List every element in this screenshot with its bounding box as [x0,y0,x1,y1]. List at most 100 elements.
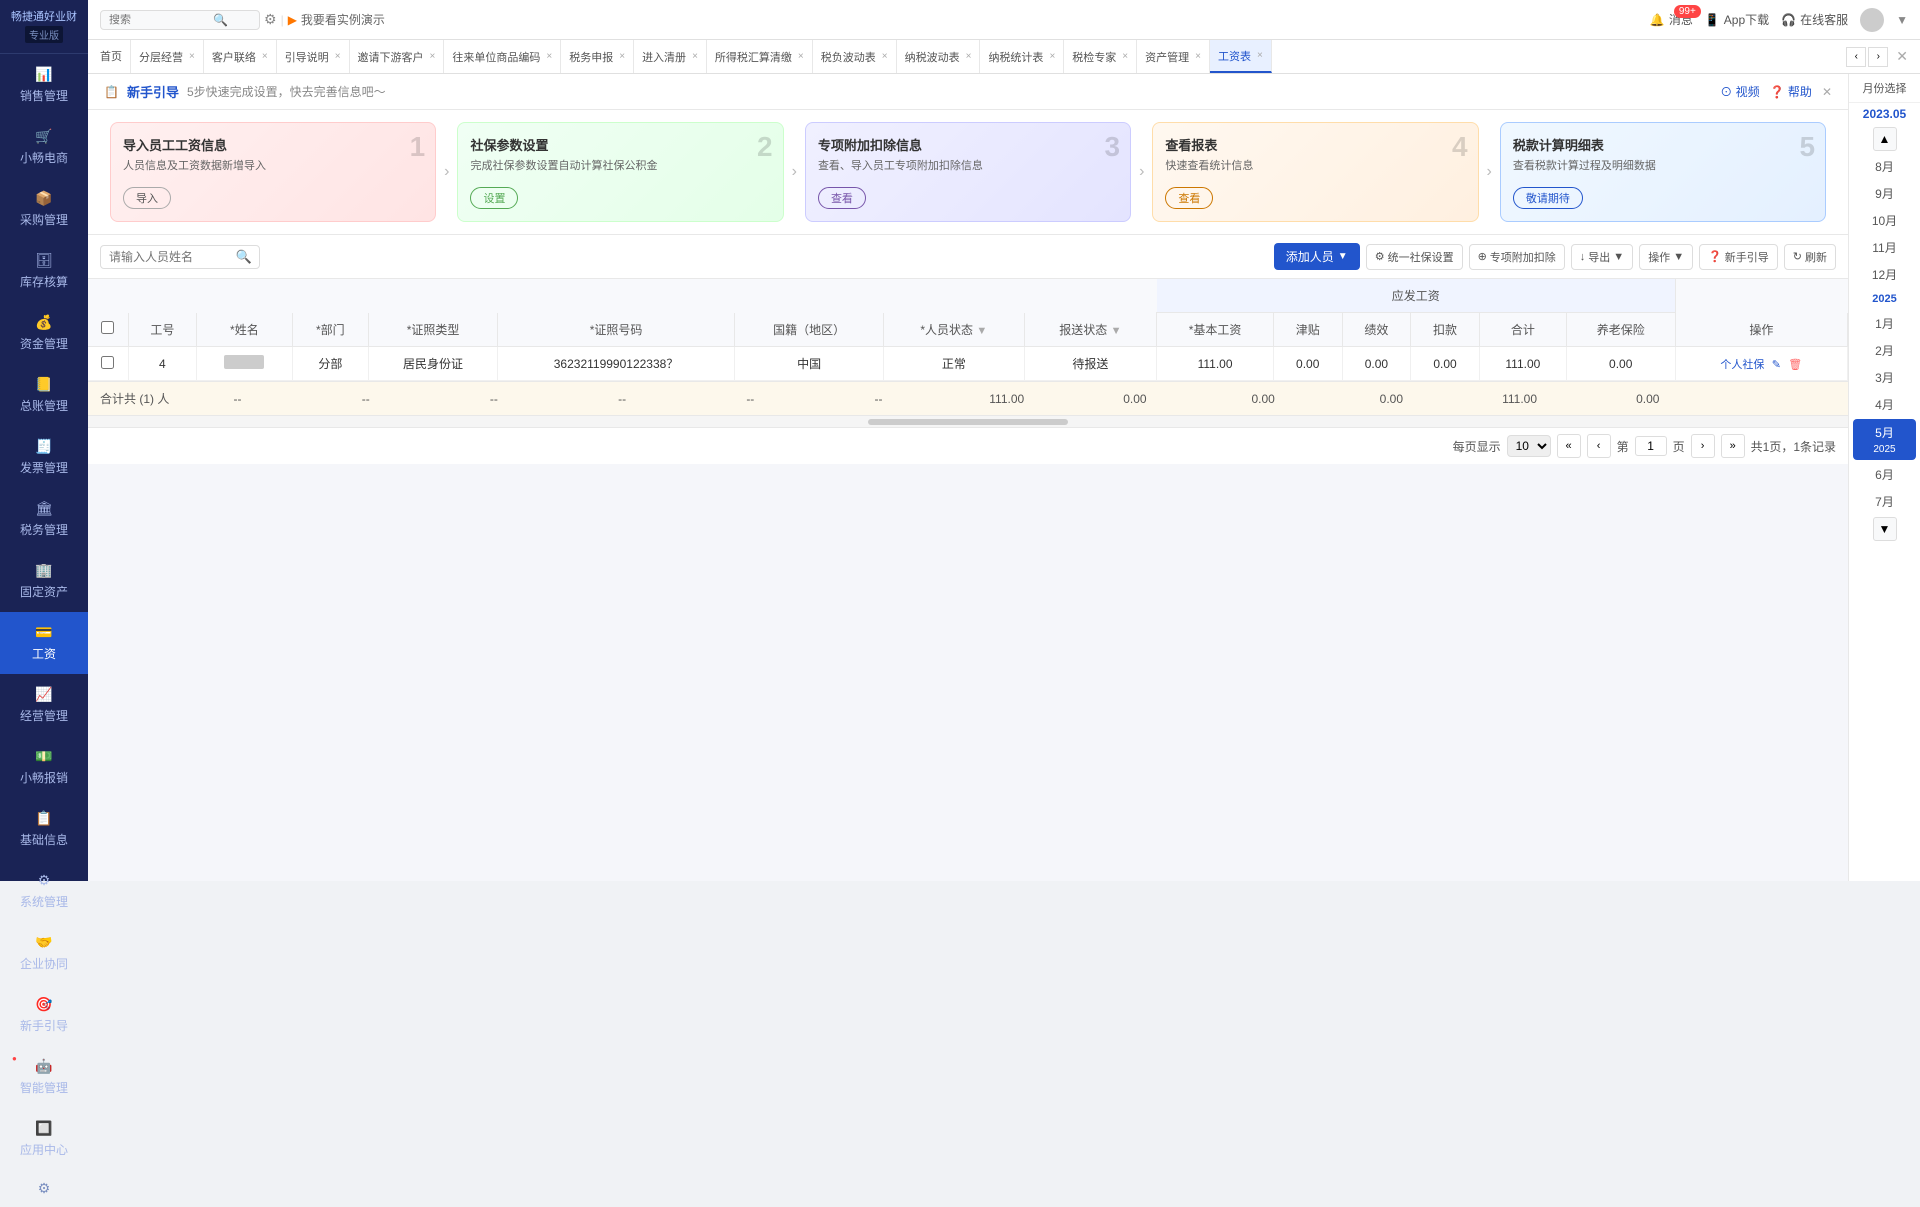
month-item-11月[interactable]: 11月 [1849,234,1920,261]
video-link[interactable]: ⊙ 视频 [1720,83,1759,100]
sidebar-item-发票管理[interactable]: 🧾发票管理 [0,426,88,488]
delete-button[interactable]: 🗑 [1788,359,1802,371]
month-item-9月[interactable]: 9月 [1849,180,1920,207]
online-service-button[interactable]: 🎧 在线客服 [1781,11,1848,28]
page-size-select[interactable]: 10 20 50 [1507,435,1551,457]
sidebar-item-采购管理[interactable]: 📦采购管理 [0,178,88,240]
sidebar-item-税务管理[interactable]: 🏛税务管理 [0,488,88,550]
tab-资产管理[interactable]: 资产管理× [1137,40,1210,73]
sidebar-item-新手引导[interactable]: 🎯新手引导 [0,984,88,1046]
actions-button[interactable]: 操作 ▼ [1639,244,1693,270]
tab-邀请下游客户[interactable]: 邀请下游客户× [350,40,445,73]
tab-prev-button[interactable]: ‹ [1846,47,1866,67]
sidebar-item-系统管理[interactable]: ⚙系统管理 [0,860,88,922]
last-page-button[interactable]: » [1721,434,1745,458]
month-item-2月[interactable]: 2月 [1849,337,1920,364]
message-button[interactable]: 🔔 消息 99+ [1650,11,1693,28]
user-menu-icon[interactable]: ▼ [1896,13,1908,27]
step-action-4[interactable]: 查看 [1165,187,1213,209]
send-status-filter-icon[interactable]: ▼ [1111,325,1122,337]
sidebar-item-库存核算[interactable]: 🗄库存核算 [0,240,88,302]
tab-客户联络[interactable]: 客户联络× [204,40,277,73]
tab-close-1[interactable]: × [262,51,268,62]
month-item-12月[interactable]: 12月 [1849,261,1920,288]
demo-link[interactable]: ▶ 我要看实例演示 [288,11,385,28]
tab-进入清册[interactable]: 进入清册× [634,40,707,73]
tab-纳税统计表[interactable]: 纳税统计表× [980,40,1064,73]
month-item-5月[interactable]: 5月 2025 [1853,419,1916,460]
month-item-7月[interactable]: 7月 [1849,488,1920,515]
sidebar-item-基础信息[interactable]: 📋基础信息 [0,798,88,860]
tab-close-4[interactable]: × [546,51,552,62]
next-page-button[interactable]: › [1691,434,1715,458]
month-item-2025[interactable]: 2025 [1849,288,1920,310]
tab-close-5[interactable]: × [619,51,625,62]
sidebar-item-小畅电商[interactable]: 🛒小畅电商 [0,116,88,178]
page-number-input[interactable] [1635,436,1667,456]
tab-close-8[interactable]: × [882,51,888,62]
tab-close-10[interactable]: × [1049,51,1055,62]
export-button[interactable]: ↓ 导出 ▼ [1571,244,1633,270]
tab-next-button[interactable]: › [1868,47,1888,67]
status-filter-icon[interactable]: ▼ [976,325,987,337]
tab-home[interactable]: 首页 [92,40,131,73]
tab-close-7[interactable]: × [798,51,804,62]
edit-button[interactable]: ✎ [1772,359,1781,371]
tab-close-6[interactable]: × [692,51,698,62]
sidebar-item-企业协同[interactable]: 🤝企业协同 [0,922,88,984]
horizontal-scrollbar[interactable] [88,415,1848,427]
tab-close-13[interactable]: × [1257,50,1263,61]
topbar-search-input[interactable] [109,14,209,26]
scrollbar-thumb[interactable] [868,419,1068,425]
step-action-5[interactable]: 敬请期待 [1513,187,1583,209]
sidebar-item-工资[interactable]: 💳工资 [0,612,88,674]
user-avatar[interactable] [1860,8,1884,32]
select-all-checkbox[interactable] [101,321,114,334]
tab-税检专家[interactable]: 税检专家× [1064,40,1137,73]
guide-button[interactable]: ❓ 新手引导 [1699,244,1778,270]
tab-税务申报[interactable]: 税务申报× [561,40,634,73]
tab-close-11[interactable]: × [1122,51,1128,62]
guide-close-icon[interactable]: ✕ [1822,85,1832,99]
month-item-1月[interactable]: 1月 [1849,310,1920,337]
tab-close-2[interactable]: × [335,51,341,62]
app-download-button[interactable]: 📱 App下载 [1705,11,1769,28]
month-item-8月[interactable]: 8月 [1849,153,1920,180]
sidebar-item-智能管理[interactable]: 🤖智能管理 [0,1046,88,1108]
tab-纳税波动表[interactable]: 纳税波动表× [897,40,981,73]
month-down-button[interactable]: ▼ [1873,517,1897,541]
prev-page-button[interactable]: ‹ [1587,434,1611,458]
row-select-checkbox[interactable] [101,356,114,369]
tab-close-3[interactable]: × [430,51,436,62]
tab-close-12[interactable]: × [1195,51,1201,62]
sidebar-item-资金管理[interactable]: 💰资金管理 [0,302,88,364]
month-item-3月[interactable]: 3月 [1849,364,1920,391]
unified-settings-button[interactable]: ⚙ 统一社保设置 [1366,244,1463,270]
tab-往来单位商品编码[interactable]: 往来单位商品编码× [444,40,561,73]
settings-button[interactable]: ⚙ [0,1170,88,1207]
refresh-button[interactable]: ↻ 刷新 [1784,244,1836,270]
month-item-4月[interactable]: 4月 [1849,391,1920,418]
step-action-2[interactable]: 设置 [470,187,518,209]
month-item-10月[interactable]: 10月 [1849,207,1920,234]
sidebar-item-固定资产[interactable]: 🏢固定资产 [0,550,88,612]
settings-icon[interactable]: ⚙ [264,11,277,28]
sidebar-item-销售管理[interactable]: 📊销售管理 [0,54,88,116]
tab-close-0[interactable]: × [189,51,195,62]
sidebar-item-经营管理[interactable]: 📈经营管理 [0,674,88,736]
tab-close-all[interactable]: ✕ [1888,48,1916,65]
tab-所得税汇算清缴[interactable]: 所得税汇算清缴× [707,40,813,73]
add-employee-button[interactable]: 添加人员 ▼ [1274,243,1360,270]
social-insurance-button[interactable]: 个人社保 [1720,359,1764,371]
step-action-1[interactable]: 导入 [123,187,171,209]
tab-税负波动表[interactable]: 税负波动表× [813,40,897,73]
help-link[interactable]: ❓ 帮助 [1770,83,1812,100]
month-up-button[interactable]: ▲ [1873,127,1897,151]
sidebar-item-小畅报销[interactable]: 💵小畅报销 [0,736,88,798]
tab-引导说明[interactable]: 引导说明× [277,40,350,73]
tab-工资表[interactable]: 工资表× [1210,40,1272,73]
sidebar-item-总账管理[interactable]: 📒总账管理 [0,364,88,426]
tab-分层经营[interactable]: 分层经营× [131,40,204,73]
special-deduction-button[interactable]: ⊕ 专项附加扣除 [1469,244,1565,270]
tab-close-9[interactable]: × [966,51,972,62]
